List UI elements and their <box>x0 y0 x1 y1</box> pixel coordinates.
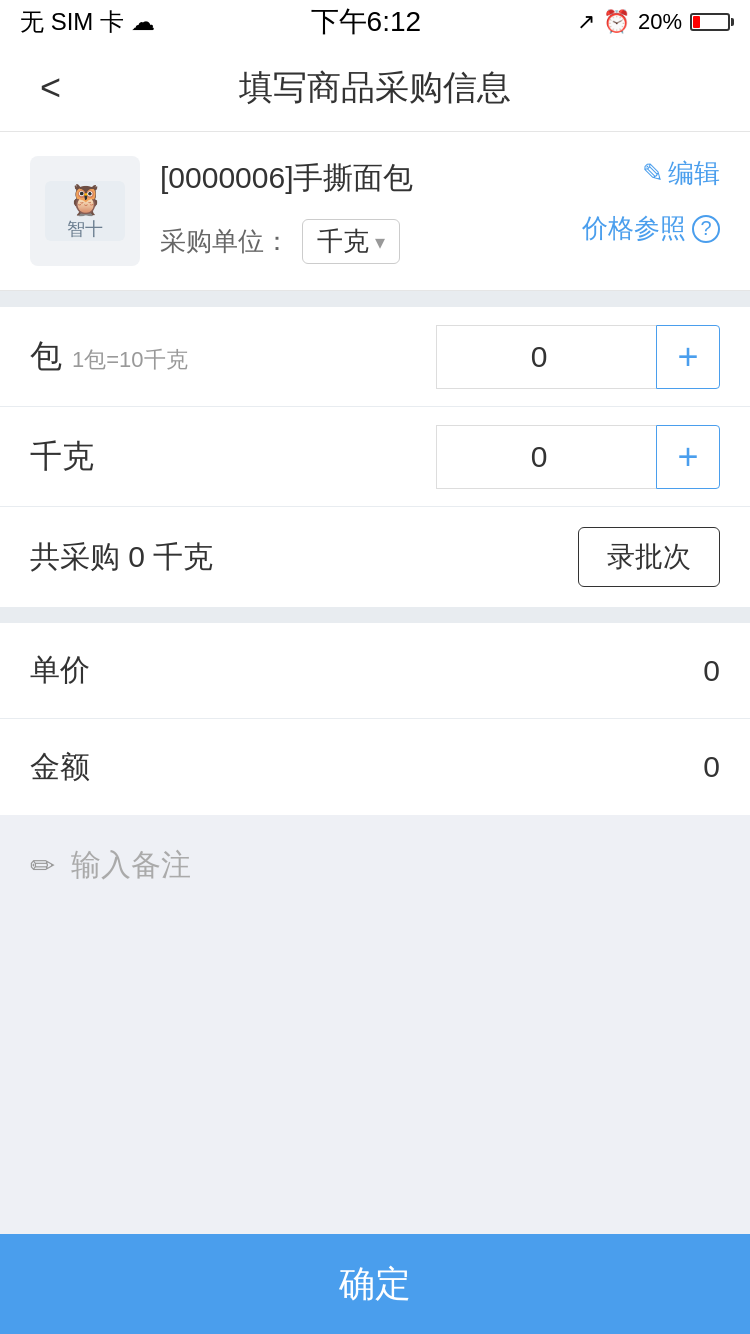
remarks-placeholder: 输入备注 <box>71 845 191 886</box>
unit-price-label: 单价 <box>30 650 90 691</box>
kg-plus-button[interactable]: + <box>656 425 720 489</box>
remarks-section[interactable]: ✏ 输入备注 <box>0 815 750 915</box>
divider-1 <box>0 291 750 307</box>
kg-label-text: 千克 <box>30 435 94 479</box>
nav-bar: < 填写商品采购信息 <box>0 44 750 132</box>
product-name: [0000006]手撕面包 <box>160 158 413 199</box>
bag-sub-text: 1包=10千克 <box>72 345 188 375</box>
location-icon: ↗ <box>577 9 595 35</box>
form-section: 包 1包=10千克 + 千克 + 共采购 0 千克 录批次 <box>0 307 750 607</box>
product-image: 🦉 智十 <box>30 156 140 266</box>
kg-row: 千克 + <box>0 407 750 507</box>
bag-row: 包 1包=10千克 + <box>0 307 750 407</box>
price-ref-button[interactable]: 价格参照 ? <box>582 211 720 246</box>
price-ref-label: 价格参照 <box>582 211 686 246</box>
product-logo: 🦉 智十 <box>45 181 125 241</box>
pencil-icon: ✏ <box>30 848 55 883</box>
product-info: [0000006]手撕面包 采购单位： 千克 ▾ <box>160 158 413 264</box>
amount-value: 0 <box>703 750 720 784</box>
confirm-button[interactable]: 确定 <box>0 1234 750 1334</box>
product-unit-row: 采购单位： 千克 ▾ <box>160 219 413 264</box>
bag-label: 包 1包=10千克 <box>30 335 188 379</box>
sim-text: 无 SIM 卡 ☁ <box>20 6 155 38</box>
unit-label: 采购单位： <box>160 224 290 259</box>
kg-input-group: + <box>436 425 720 489</box>
kg-input[interactable] <box>436 425 656 489</box>
price-section: 单价 0 金额 0 <box>0 623 750 815</box>
amount-row: 金额 0 <box>0 719 750 815</box>
edit-button[interactable]: ✎ 编辑 <box>642 156 720 191</box>
status-bar: 无 SIM 卡 ☁ 下午6:12 ↗ ⏰ 20% <box>0 0 750 44</box>
edit-icon: ✎ <box>642 158 664 189</box>
battery-percent: 20% <box>638 9 682 35</box>
alarm-icon: ⏰ <box>603 9 630 35</box>
total-row: 共采购 0 千克 录批次 <box>0 507 750 607</box>
battery-icon <box>690 13 730 31</box>
bag-label-text: 包 <box>30 335 62 379</box>
record-button[interactable]: 录批次 <box>578 527 720 587</box>
status-right: ↗ ⏰ 20% <box>577 9 730 35</box>
logo-text: 智十 <box>67 217 103 241</box>
owl-icon: 🦉 <box>67 182 104 217</box>
product-card: 🦉 智十 [0000006]手撕面包 采购单位： 千克 ▾ ✎ 编辑 价格参照 … <box>0 132 750 291</box>
page-title: 填写商品采购信息 <box>239 65 511 111</box>
divider-2 <box>0 607 750 623</box>
kg-label: 千克 <box>30 435 94 479</box>
bag-input[interactable] <box>436 325 656 389</box>
bag-input-group: + <box>436 325 720 389</box>
chevron-down-icon: ▾ <box>375 230 385 254</box>
bag-plus-button[interactable]: + <box>656 325 720 389</box>
amount-label: 金额 <box>30 747 90 788</box>
unit-price-row: 单价 0 <box>0 623 750 719</box>
edit-label: 编辑 <box>668 156 720 191</box>
back-button[interactable]: < <box>30 57 71 119</box>
product-left: 🦉 智十 [0000006]手撕面包 采购单位： 千克 ▾ <box>30 156 413 266</box>
info-icon: ? <box>692 215 720 243</box>
status-left: 无 SIM 卡 ☁ <box>20 6 155 38</box>
bottom-spacer <box>0 915 750 1255</box>
unit-price-value: 0 <box>703 654 720 688</box>
unit-value: 千克 <box>317 224 369 259</box>
unit-select[interactable]: 千克 ▾ <box>302 219 400 264</box>
status-time: 下午6:12 <box>311 3 422 41</box>
product-right: ✎ 编辑 价格参照 ? <box>582 156 720 246</box>
total-label: 共采购 0 千克 <box>30 537 213 578</box>
